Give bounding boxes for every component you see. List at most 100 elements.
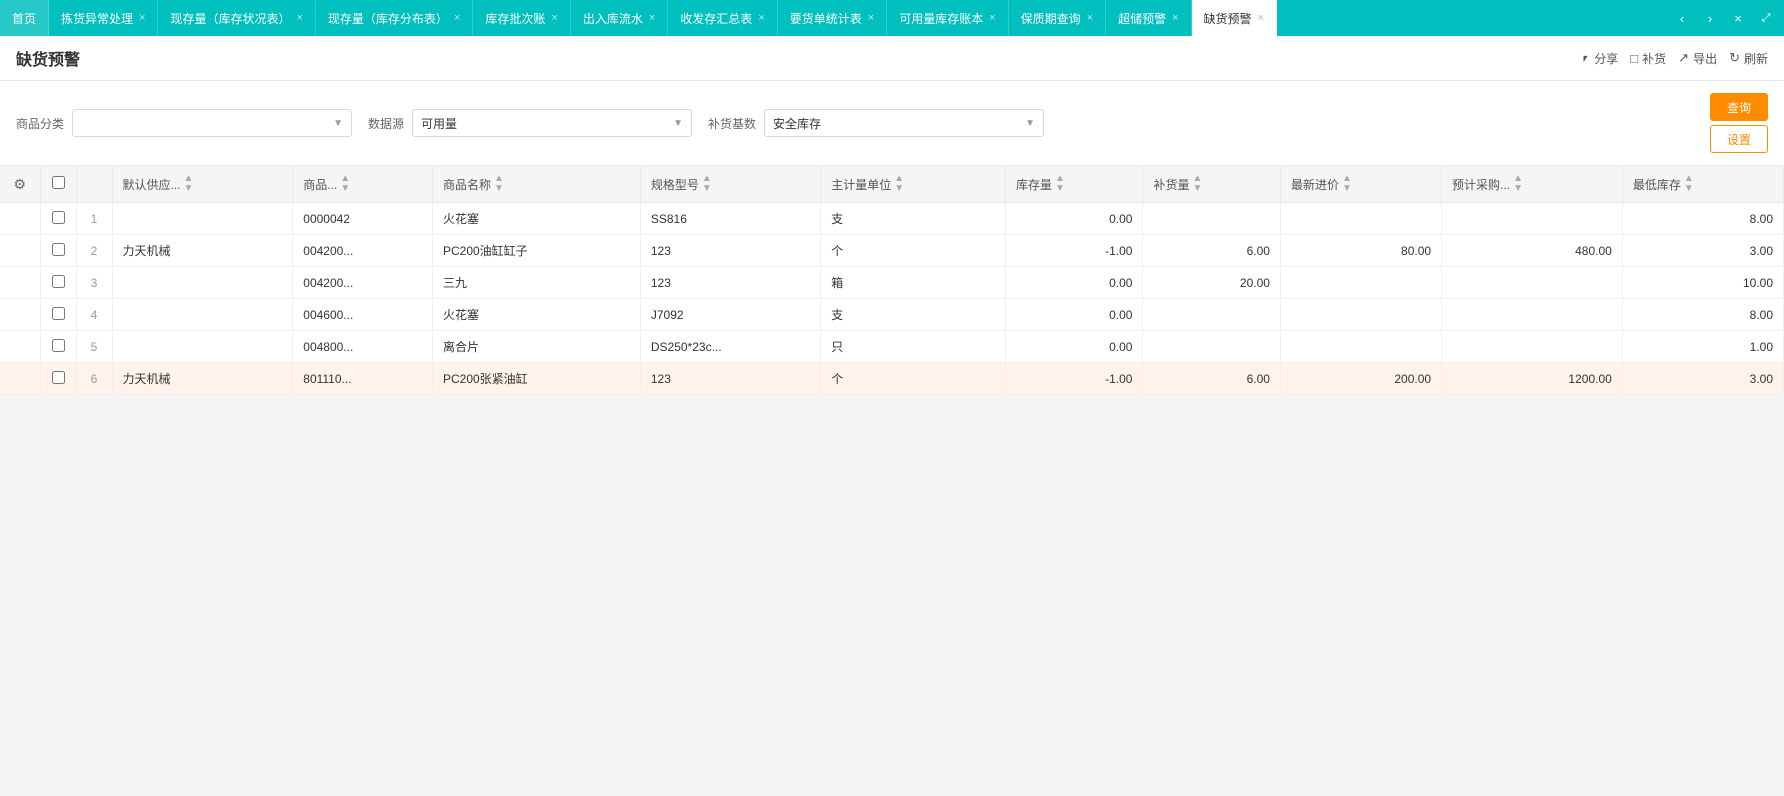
nav-tab-label: 要货单统计表 (790, 10, 862, 27)
th-latest-price[interactable]: 最新进价 ▲▼ (1280, 166, 1441, 203)
nav-tab-expiry[interactable]: 保质期查询× (1009, 0, 1106, 36)
refresh-button[interactable]: ↻ 刷新 (1729, 50, 1768, 67)
export-button[interactable]: ↗ 导出 (1678, 50, 1717, 67)
cell-latest_price: 80.00 (1280, 235, 1441, 267)
category-select[interactable]: ▼ (72, 109, 352, 137)
row-checkbox[interactable] (52, 371, 65, 384)
nav-tab-collect-summary[interactable]: 收发存汇总表× (668, 0, 777, 36)
row-number: 5 (76, 331, 112, 363)
nav-tab-stock-status[interactable]: 现存量（库存状况表）× (158, 0, 315, 36)
nav-prev-button[interactable]: ‹ (1668, 4, 1696, 32)
page-title: 缺货预警 (16, 46, 1580, 70)
share-button[interactable]: ⎖ 分享 (1580, 50, 1618, 67)
cell-product_code: 801110... (293, 363, 433, 395)
table-row: 5004800...离合片DS250*23c...只0.001.00 (0, 331, 1784, 363)
tab-close-button[interactable]: × (1087, 12, 1093, 24)
nav-tab-stock-dist[interactable]: 现存量（库存分布表）× (316, 0, 473, 36)
row-check-cell (40, 363, 76, 395)
datasource-select[interactable]: 可用量 ▼ (412, 109, 692, 137)
cell-est_purchase (1442, 267, 1623, 299)
cell-product_name: 离合片 (432, 331, 640, 363)
cell-est_purchase (1442, 331, 1623, 363)
cell-min_stock: 3.00 (1622, 235, 1783, 267)
tab-close-button[interactable]: × (296, 12, 302, 24)
tab-close-button[interactable]: × (1258, 12, 1264, 24)
cell-min_stock: 10.00 (1622, 267, 1783, 299)
row-check-cell (40, 299, 76, 331)
cell-spec: SS816 (640, 203, 820, 235)
cell-stock: 0.00 (1005, 203, 1143, 235)
nav-tab-abnormal[interactable]: 拣货异常处理× (49, 0, 158, 36)
th-product-code[interactable]: 商品... ▲▼ (293, 166, 433, 203)
row-checkbox[interactable] (52, 211, 65, 224)
data-table: ⚙ 默认供应... ▲▼ 商品. (0, 166, 1784, 395)
row-checkbox[interactable] (52, 307, 65, 320)
tab-close-button[interactable]: × (139, 12, 145, 24)
nav-expand-button[interactable]: ⤢ (1752, 4, 1780, 32)
cell-min_stock: 1.00 (1622, 331, 1783, 363)
cell-spec: 123 (640, 235, 820, 267)
nav-tab-shortage[interactable]: 缺货预警 × (1192, 0, 1277, 36)
tab-close-button[interactable]: × (989, 12, 995, 24)
row-check-cell (40, 331, 76, 363)
th-est-purchase[interactable]: 预计采购... ▲▼ (1442, 166, 1623, 203)
tabs-container: 首页拣货异常处理×现存量（库存状况表）×现存量（库存分布表）×库存批次账×出入库… (0, 0, 1664, 36)
nav-controls: ‹ › × ⤢ (1664, 4, 1784, 32)
nav-tab-label: 缺货预警 (1204, 10, 1252, 27)
nav-tab-available-ledger[interactable]: 可用量库存账本× (887, 0, 1008, 36)
cell-default_supplier (112, 299, 293, 331)
row-number: 6 (76, 363, 112, 395)
tab-close-button[interactable]: × (649, 12, 655, 24)
query-button[interactable]: 查询 (1710, 93, 1768, 121)
cell-product_code: 004200... (293, 267, 433, 299)
gear-icon[interactable]: ⚙ (13, 176, 26, 193)
replenish-button[interactable]: □ 补货 (1630, 50, 1666, 67)
row-checkbox[interactable] (52, 339, 65, 352)
nav-close-button[interactable]: × (1724, 4, 1752, 32)
settings-button[interactable]: 设置 (1710, 125, 1768, 153)
tab-close-button[interactable]: × (454, 12, 460, 24)
cell-default_supplier: 力天机械 (112, 363, 293, 395)
cell-stock: 0.00 (1005, 331, 1143, 363)
row-gear-cell (0, 235, 40, 267)
th-replenish[interactable]: 补货量 ▲▼ (1143, 166, 1281, 203)
top-nav: 首页拣货异常处理×现存量（库存状况表）×现存量（库存分布表）×库存批次账×出入库… (0, 0, 1784, 36)
tab-close-button[interactable]: × (758, 12, 764, 24)
table-row: 10000042火花塞SS816支0.008.00 (0, 203, 1784, 235)
nav-tab-order-stats[interactable]: 要货单统计表 × (778, 0, 887, 36)
th-unit[interactable]: 主计量单位 ▲▼ (821, 166, 1006, 203)
tab-close-button[interactable]: × (1172, 12, 1178, 24)
row-checkbox[interactable] (52, 275, 65, 288)
sort-price-icon: ▲▼ (1342, 174, 1352, 194)
nav-tab-overstock[interactable]: 超储预警× (1106, 0, 1191, 36)
nav-tab-batch-account[interactable]: 库存批次账 × (473, 0, 570, 36)
replenish-base-select[interactable]: 安全库存 ▼ (764, 109, 1044, 137)
th-product-name[interactable]: 商品名称 ▲▼ (432, 166, 640, 203)
th-stock[interactable]: 库存量 ▲▼ (1005, 166, 1143, 203)
cell-unit: 支 (821, 299, 1006, 331)
nav-tab-label: 库存批次账 (485, 10, 545, 27)
cell-default_supplier (112, 203, 293, 235)
row-checkbox[interactable] (52, 243, 65, 256)
nav-tab-home[interactable]: 首页 (0, 0, 49, 36)
cell-unit: 箱 (821, 267, 1006, 299)
cell-replenish: 20.00 (1143, 267, 1281, 299)
cell-min_stock: 8.00 (1622, 203, 1783, 235)
cell-default_supplier: 力天机械 (112, 235, 293, 267)
replenish-base-value: 安全库存 (773, 115, 1021, 132)
nav-next-button[interactable]: › (1696, 4, 1724, 32)
row-number: 4 (76, 299, 112, 331)
nav-tab-inout-flow[interactable]: 出入库流水× (571, 0, 668, 36)
th-default-supplier[interactable]: 默认供应... ▲▼ (112, 166, 293, 203)
select-all-checkbox[interactable] (52, 176, 65, 189)
row-number: 1 (76, 203, 112, 235)
cell-latest_price (1280, 331, 1441, 363)
row-gear-cell (0, 299, 40, 331)
cell-default_supplier (112, 331, 293, 363)
th-min-stock[interactable]: 最低库存 ▲▼ (1622, 166, 1783, 203)
cell-stock: -1.00 (1005, 363, 1143, 395)
th-spec[interactable]: 规格型号 ▲▼ (640, 166, 820, 203)
tab-close-button[interactable]: × (868, 12, 874, 24)
tab-close-button[interactable]: × (551, 12, 557, 24)
row-number: 2 (76, 235, 112, 267)
